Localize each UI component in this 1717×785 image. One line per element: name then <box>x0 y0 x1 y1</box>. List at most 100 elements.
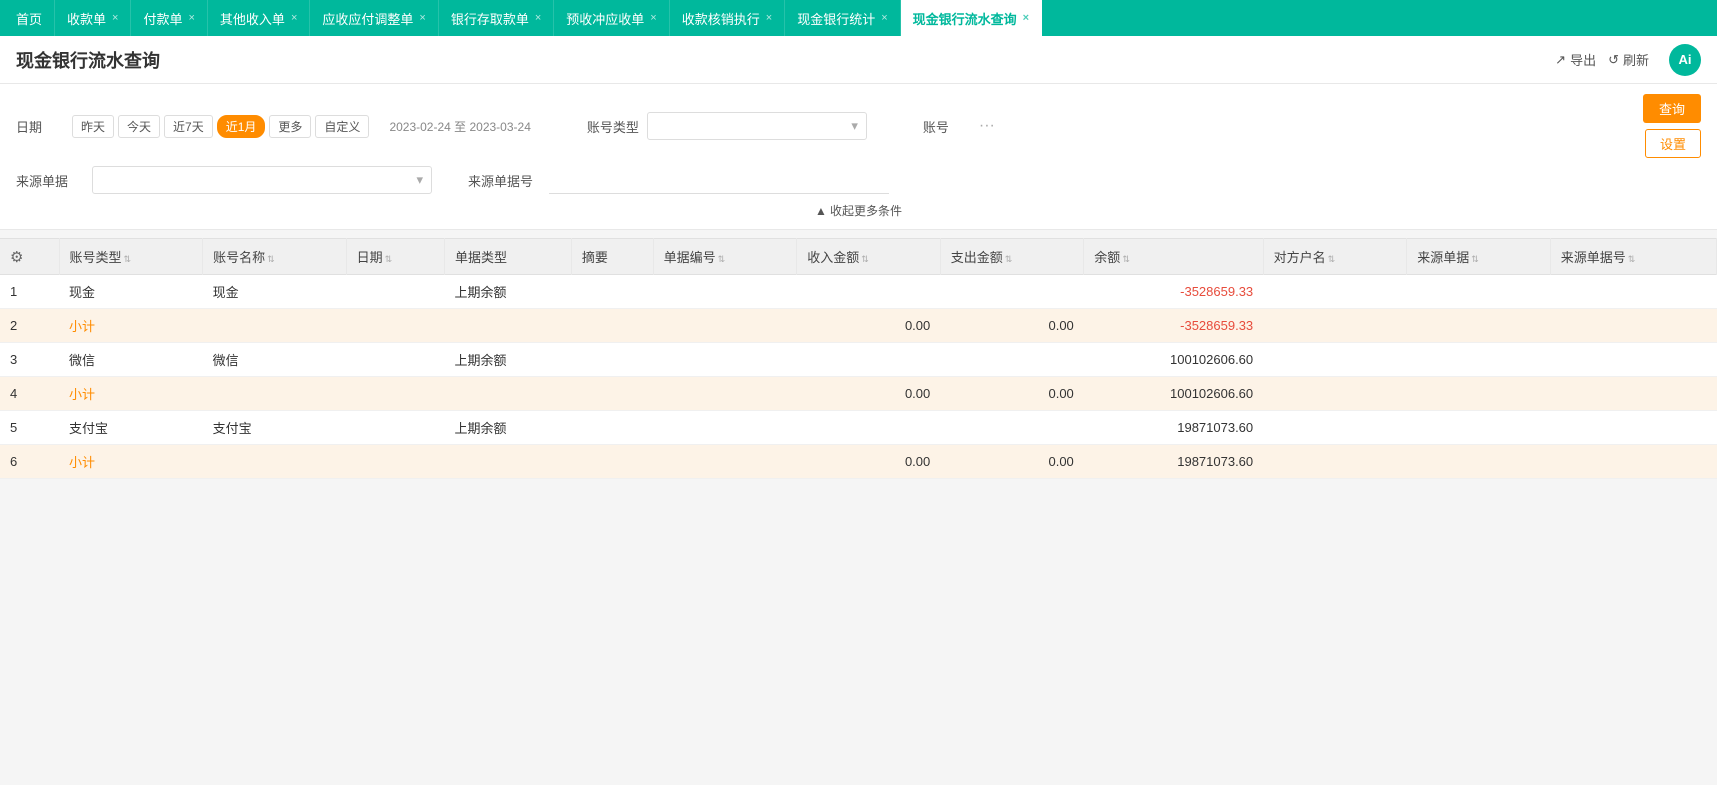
close-icon[interactable]: × <box>881 12 887 24</box>
export-icon: ↗ <box>1555 52 1566 68</box>
cell-balance: 100102606.60 <box>1084 343 1263 377</box>
sort-icon: ⇅ <box>1628 254 1636 264</box>
cell-date <box>346 309 444 343</box>
cell-summary <box>571 377 653 411</box>
account-type-select[interactable]: ▾ <box>647 112 867 140</box>
nav-item-首页[interactable]: 首页 <box>4 0 55 36</box>
cell-source_doc <box>1407 275 1551 309</box>
date-btn-昨天[interactable]: 昨天 <box>72 115 114 138</box>
cell-balance: -3528659.33 <box>1084 275 1263 309</box>
close-icon[interactable]: × <box>188 12 194 24</box>
cell-summary <box>571 445 653 479</box>
header-row: ⚙账号类型⇅账号名称⇅日期⇅单据类型摘要单据编号⇅收入金额⇅支出金额⇅余额⇅对方… <box>0 239 1717 275</box>
col-counterparty[interactable]: 对方户名⇅ <box>1263 239 1407 275</box>
cell-expense <box>940 343 1084 377</box>
cell-summary <box>571 309 653 343</box>
export-button[interactable]: ↗ 导出 <box>1555 50 1596 69</box>
nav-item-预收冲应收单[interactable]: 预收冲应收单× <box>554 0 669 36</box>
cell-balance: -3528659.33 <box>1084 309 1263 343</box>
date-btn-近1月[interactable]: 近1月 <box>217 115 266 138</box>
close-icon[interactable]: × <box>112 12 118 24</box>
nav-item-应收应付调整单[interactable]: 应收应付调整单× <box>310 0 438 36</box>
nav-item-付款单[interactable]: 付款单× <box>131 0 207 36</box>
table-row: 6小计0.000.0019871073.60 <box>0 445 1717 479</box>
cell-no: 4 <box>0 377 59 411</box>
refresh-button[interactable]: ↺ 刷新 <box>1608 50 1649 69</box>
close-icon[interactable]: × <box>535 12 541 24</box>
cell-doc_type <box>444 309 571 343</box>
close-icon[interactable]: × <box>650 12 656 24</box>
cell-date <box>346 445 444 479</box>
cell-summary <box>571 275 653 309</box>
col-gear: ⚙ <box>0 239 59 275</box>
gear-icon[interactable]: ⚙ <box>10 249 23 266</box>
collapse-button[interactable]: ▲ 收起更多条件 <box>815 202 902 219</box>
cell-income: 0.00 <box>797 377 941 411</box>
cell-source_doc <box>1407 343 1551 377</box>
settings-button[interactable]: 设置 <box>1645 129 1701 158</box>
col-balance[interactable]: 余额⇅ <box>1084 239 1263 275</box>
avatar[interactable]: Ai <box>1669 44 1701 76</box>
cell-doc_no <box>653 309 797 343</box>
nav-item-收款单[interactable]: 收款单× <box>55 0 131 36</box>
page-title: 现金银行流水查询 <box>16 47 160 73</box>
cell-income <box>797 343 941 377</box>
account-section: 账号 ··· <box>923 117 1003 136</box>
col-doc_no[interactable]: 单据编号⇅ <box>653 239 797 275</box>
collapse-up-icon: ▲ <box>815 204 827 218</box>
cell-account_name <box>203 309 347 343</box>
nav-item-现金银行流水查询[interactable]: 现金银行流水查询× <box>901 0 1042 36</box>
source-doc-label: 来源单据 <box>16 171 76 190</box>
col-source_doc_no[interactable]: 来源单据号⇅ <box>1550 239 1716 275</box>
filter-row-2: 来源单据 ▾ 来源单据号 <box>16 166 1701 194</box>
query-button[interactable]: 查询 <box>1643 94 1701 123</box>
sort-icon: ⇅ <box>124 254 132 264</box>
cell-income: 0.00 <box>797 309 941 343</box>
cell-date <box>346 411 444 445</box>
cell-counterparty <box>1263 445 1407 479</box>
date-btn-自定义[interactable]: 自定义 <box>315 115 369 138</box>
cell-source_doc_no <box>1550 343 1716 377</box>
cell-account_type: 小计 <box>59 309 203 343</box>
col-expense[interactable]: 支出金额⇅ <box>940 239 1084 275</box>
cell-doc_no <box>653 343 797 377</box>
col-account_name[interactable]: 账号名称⇅ <box>203 239 347 275</box>
cell-balance: 19871073.60 <box>1084 411 1263 445</box>
date-btn-今天[interactable]: 今天 <box>118 115 160 138</box>
table-row: 5支付宝支付宝上期余额19871073.60 <box>0 411 1717 445</box>
col-date[interactable]: 日期⇅ <box>346 239 444 275</box>
sort-icon: ⇅ <box>1122 254 1130 264</box>
nav-item-银行存取款单[interactable]: 银行存取款单× <box>439 0 554 36</box>
nav-item-现金银行统计[interactable]: 现金银行统计× <box>785 0 900 36</box>
cell-source_doc_no <box>1550 445 1716 479</box>
cell-no: 5 <box>0 411 59 445</box>
sort-icon: ⇅ <box>1471 254 1479 264</box>
col-source_doc[interactable]: 来源单据⇅ <box>1407 239 1551 275</box>
header-actions: ↗ 导出 ↺ 刷新 Ai <box>1555 44 1701 76</box>
cell-account_type: 现金 <box>59 275 203 309</box>
nav-item-其他收入单[interactable]: 其他收入单× <box>208 0 310 36</box>
cell-expense <box>940 411 1084 445</box>
date-btn-更多[interactable]: 更多 <box>269 115 311 138</box>
source-doc-num-input[interactable] <box>549 166 889 194</box>
date-btn-近7天[interactable]: 近7天 <box>164 115 213 138</box>
source-doc-num-label: 来源单据号 <box>468 171 533 190</box>
account-dots[interactable]: ··· <box>979 117 995 135</box>
col-account_type[interactable]: 账号类型⇅ <box>59 239 203 275</box>
cell-counterparty <box>1263 343 1407 377</box>
top-nav: 首页收款单×付款单×其他收入单×应收应付调整单×银行存取款单×预收冲应收单×收款… <box>0 0 1717 36</box>
nav-item-收款核销执行[interactable]: 收款核销执行× <box>670 0 785 36</box>
table-header: ⚙账号类型⇅账号名称⇅日期⇅单据类型摘要单据编号⇅收入金额⇅支出金额⇅余额⇅对方… <box>0 239 1717 275</box>
col-summary: 摘要 <box>571 239 653 275</box>
cell-no: 1 <box>0 275 59 309</box>
cell-no: 3 <box>0 343 59 377</box>
date-buttons: 昨天今天近7天近1月更多自定义 <box>72 115 369 138</box>
close-icon[interactable]: × <box>766 12 772 24</box>
close-icon[interactable]: × <box>419 12 425 24</box>
account-type-label: 账号类型 <box>587 117 639 136</box>
page-header: 现金银行流水查询 ↗ 导出 ↺ 刷新 Ai <box>0 36 1717 84</box>
source-doc-select[interactable]: ▾ <box>92 166 432 194</box>
col-income[interactable]: 收入金额⇅ <box>797 239 941 275</box>
close-icon[interactable]: × <box>291 12 297 24</box>
close-icon[interactable]: × <box>1023 12 1029 24</box>
